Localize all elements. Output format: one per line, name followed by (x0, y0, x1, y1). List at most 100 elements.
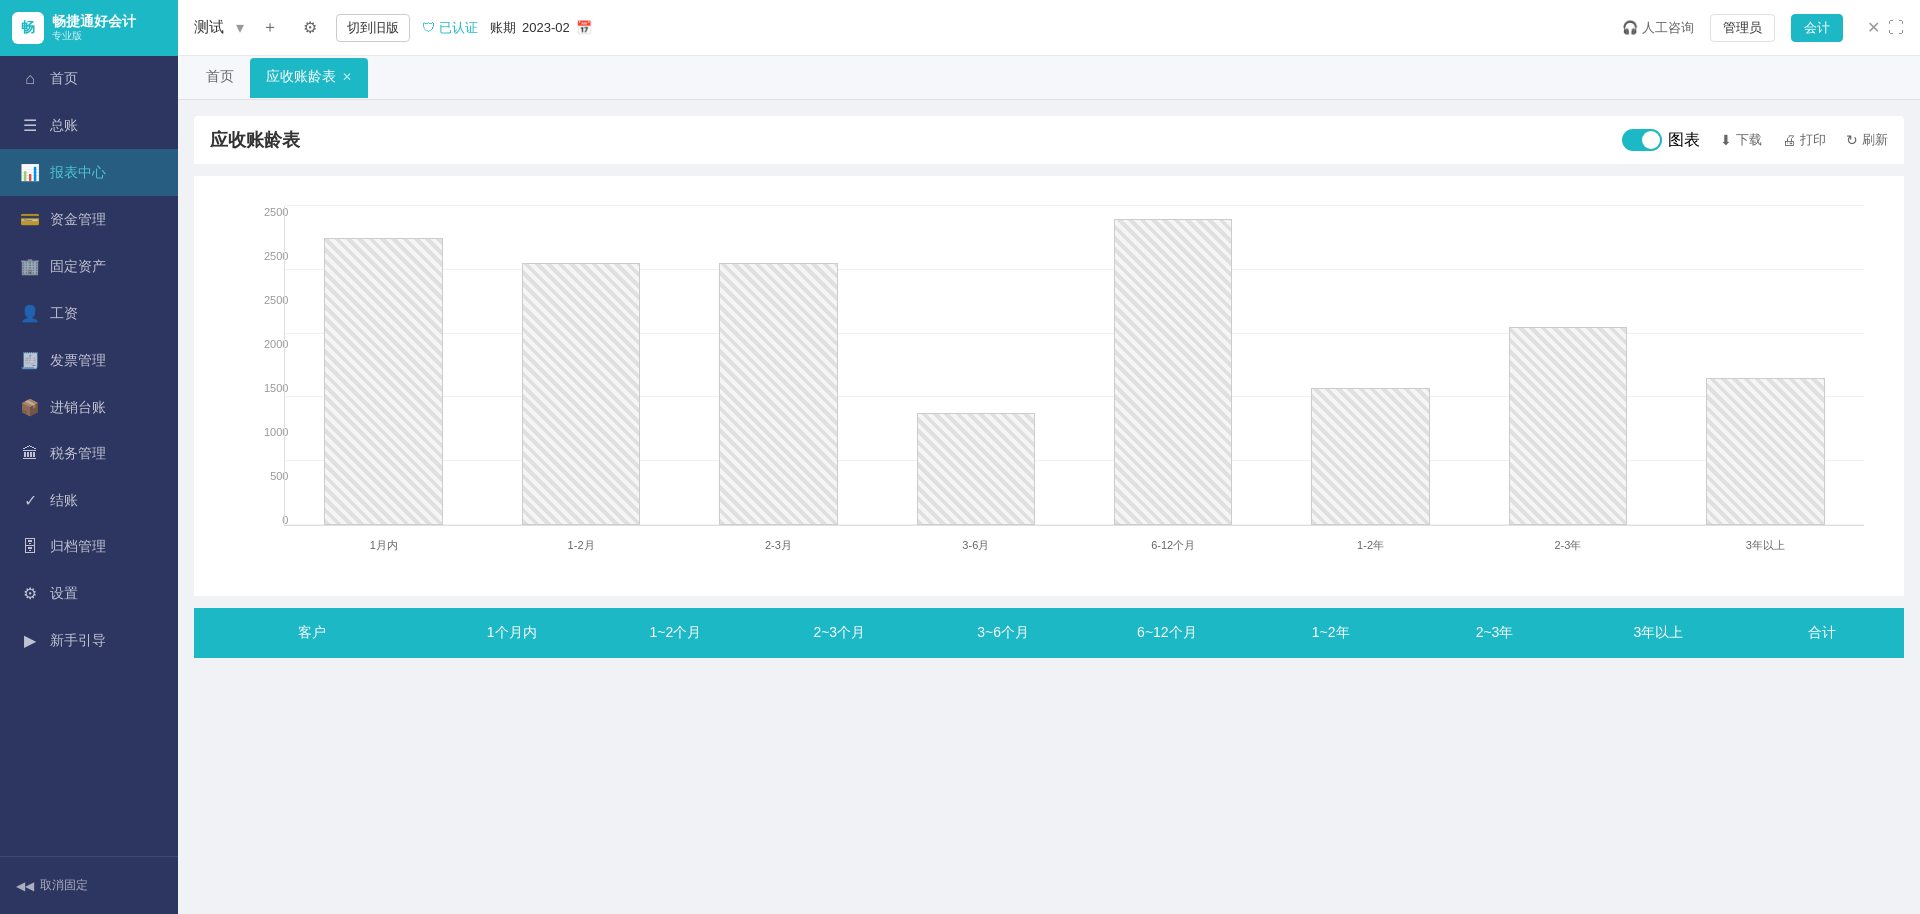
sidebar-nav: ⌂ 首页 ☰ 总账 📊 报表中心 💳 资金管理 🏢 固定资产 👤 工资 🧾 发票… (0, 56, 178, 856)
print-label: 打印 (1800, 131, 1826, 149)
app-icon: 畅 (12, 12, 44, 44)
chart-bar-7 (1706, 378, 1824, 525)
bar-group: 3年以上 (1667, 206, 1864, 525)
chart-area: 2500250025002000150010005000 1月内1-2月2-3月… (214, 206, 1884, 566)
table-header-2: 1~2个月 (594, 608, 758, 658)
sidebar-item-archive[interactable]: 🗄 归档管理 (0, 524, 178, 570)
x-axis-label: 2-3年 (1554, 538, 1581, 553)
sidebar-item-reports[interactable]: 📊 报表中心 (0, 149, 178, 196)
project-name: 测试 (194, 18, 224, 37)
x-axis-label: 6-12个月 (1151, 538, 1195, 553)
download-label: 下载 (1736, 131, 1762, 149)
sidebar-item-ledger[interactable]: ☰ 总账 (0, 102, 178, 149)
print-button[interactable]: 🖨 打印 (1782, 131, 1826, 149)
x-axis-label: 3-6月 (962, 538, 989, 553)
x-axis-label: 1-2月 (568, 538, 595, 553)
sidebar-label-ledger: 总账 (50, 117, 78, 135)
download-icon: ⬇ (1720, 132, 1732, 148)
period-info: 账期 2023-02 📅 (490, 19, 592, 37)
table-header-7: 2~3年 (1413, 608, 1577, 658)
tab-label-home: 首页 (206, 68, 234, 86)
table-header-1: 1个月内 (430, 608, 594, 658)
sidebar-icon-reports: 📊 (20, 163, 40, 182)
sidebar-item-funds[interactable]: 💳 资金管理 (0, 196, 178, 243)
sidebar-item-trade[interactable]: 📦 进销台账 (0, 384, 178, 431)
sidebar-icon-archive: 🗄 (20, 538, 40, 556)
tab-aging[interactable]: 应收账龄表 ✕ (250, 58, 368, 98)
bar-group: 1-2年 (1272, 206, 1469, 525)
main-area: 测试 ▾ ＋ ⚙ 切到旧版 🛡 已认证 账期 2023-02 📅 🎧 人工咨询 … (178, 0, 1920, 914)
chart-bar-4 (1114, 219, 1232, 525)
chart-bar-2 (719, 263, 837, 525)
pin-button[interactable]: ◀◀ 取消固定 (0, 867, 178, 904)
calendar-icon[interactable]: 📅 (576, 20, 592, 35)
sidebar-label-reports: 报表中心 (50, 164, 106, 182)
toggle-track[interactable] (1622, 129, 1662, 151)
x-axis-label: 2-3月 (765, 538, 792, 553)
role-button[interactable]: 会计 (1791, 14, 1843, 42)
refresh-button[interactable]: ↻ 刷新 (1846, 131, 1888, 149)
service-label: 人工咨询 (1642, 19, 1694, 37)
sidebar: 畅 畅捷通好会计 专业版 ⌂ 首页 ☰ 总账 📊 报表中心 💳 资金管理 🏢 固… (0, 0, 178, 914)
add-button[interactable]: ＋ (256, 14, 284, 42)
manager-button[interactable]: 管理员 (1710, 14, 1775, 42)
sidebar-icon-tax: 🏛 (20, 445, 40, 463)
sidebar-label-tax: 税务管理 (50, 445, 106, 463)
sidebar-label-home: 首页 (50, 70, 78, 88)
table-header-8: 3年以上 (1576, 608, 1740, 658)
tab-home[interactable]: 首页 (190, 58, 250, 98)
sidebar-item-assets[interactable]: 🏢 固定资产 (0, 243, 178, 290)
sidebar-icon-guide: ▶ (20, 631, 40, 650)
sidebar-icon-settlement: ✓ (20, 491, 40, 510)
chart-bar-5 (1311, 388, 1429, 525)
tab-label-aging: 应收账龄表 (266, 68, 336, 86)
chart-container: 2500250025002000150010005000 1月内1-2月2-3月… (194, 176, 1904, 596)
bar-group: 2-3年 (1469, 206, 1666, 525)
chart-toggle[interactable]: 图表 (1622, 129, 1700, 151)
app-name: 畅捷通好会计 (52, 13, 136, 30)
headset-icon: 🎧 (1622, 20, 1638, 35)
refresh-icon: ↻ (1846, 132, 1858, 148)
sidebar-icon-home: ⌂ (20, 70, 40, 88)
x-axis-label: 1-2年 (1357, 538, 1384, 553)
close-window-button[interactable]: ✕ (1867, 18, 1880, 37)
table-header-5: 6~12个月 (1085, 608, 1249, 658)
chart-bar-1 (522, 263, 640, 525)
chart-plot: 1月内1-2月2-3月3-6月6-12个月1-2年2-3年3年以上 (284, 206, 1864, 526)
sidebar-item-settings[interactable]: ⚙ 设置 (0, 570, 178, 617)
download-button[interactable]: ⬇ 下载 (1720, 131, 1762, 149)
sidebar-label-trade: 进销台账 (50, 399, 106, 417)
settings-button[interactable]: ⚙ (296, 14, 324, 42)
bar-group: 1-2月 (482, 206, 679, 525)
sidebar-icon-invoices: 🧾 (20, 351, 40, 370)
shield-icon: 🛡 (422, 20, 435, 35)
sidebar-icon-assets: 🏢 (20, 257, 40, 276)
certified-badge: 🛡 已认证 (422, 19, 478, 37)
sidebar-label-invoices: 发票管理 (50, 352, 106, 370)
sidebar-icon-ledger: ☰ (20, 116, 40, 135)
content-area: 应收账龄表 图表 ⬇ 下载 🖨 打印 ↻ 刷新 (178, 100, 1920, 914)
sidebar-item-wages[interactable]: 👤 工资 (0, 290, 178, 337)
sidebar-icon-funds: 💳 (20, 210, 40, 229)
toggle-label: 图表 (1668, 130, 1700, 151)
refresh-label: 刷新 (1862, 131, 1888, 149)
project-dropdown-icon[interactable]: ▾ (236, 18, 244, 37)
period-text: 账期 (490, 19, 516, 37)
bar-group: 2-3月 (680, 206, 877, 525)
bar-group: 3-6月 (877, 206, 1074, 525)
sidebar-item-settlement[interactable]: ✓ 结账 (0, 477, 178, 524)
chart-bar-6 (1509, 327, 1627, 525)
app-edition: 专业版 (52, 29, 136, 43)
sidebar-label-assets: 固定资产 (50, 258, 106, 276)
sidebar-icon-wages: 👤 (20, 304, 40, 323)
service-button[interactable]: 🎧 人工咨询 (1622, 19, 1694, 37)
switch-version-button[interactable]: 切到旧版 (336, 14, 410, 42)
sidebar-label-guide: 新手引导 (50, 632, 106, 650)
sidebar-item-invoices[interactable]: 🧾 发票管理 (0, 337, 178, 384)
tab-close-aging[interactable]: ✕ (342, 70, 352, 84)
maximize-button[interactable]: ⛶ (1888, 19, 1904, 37)
sidebar-item-guide[interactable]: ▶ 新手引导 (0, 617, 178, 664)
sidebar-item-home[interactable]: ⌂ 首页 (0, 56, 178, 102)
sidebar-label-funds: 资金管理 (50, 211, 106, 229)
sidebar-item-tax[interactable]: 🏛 税务管理 (0, 431, 178, 477)
